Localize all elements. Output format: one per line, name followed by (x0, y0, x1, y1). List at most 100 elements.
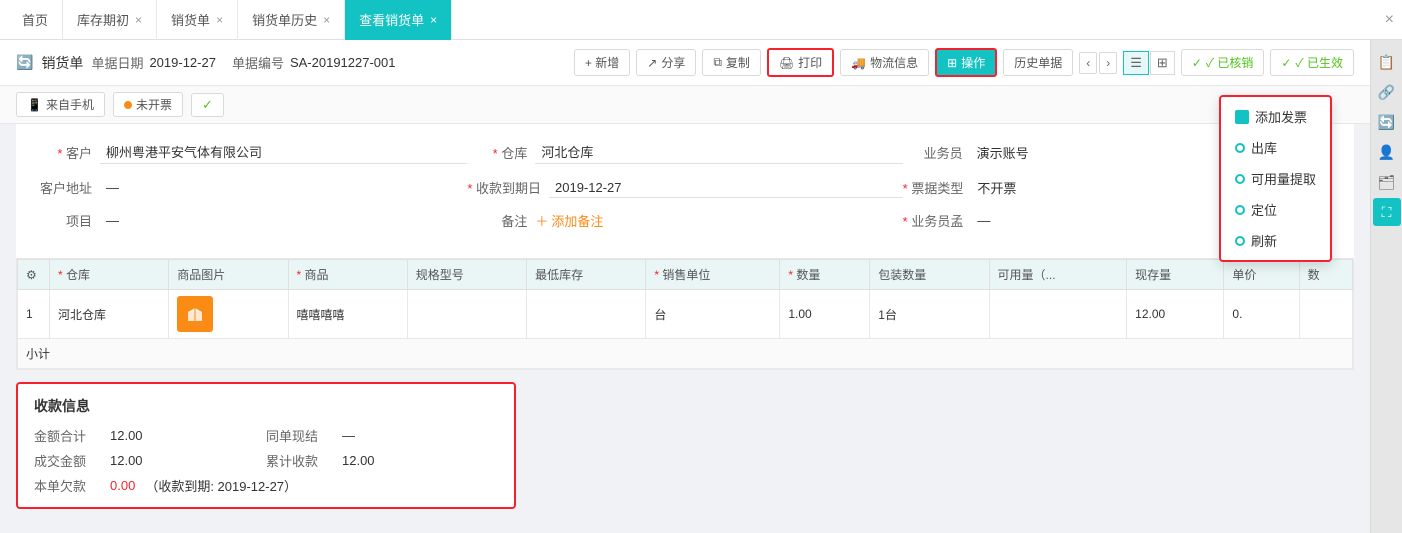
sidebar-icon-user[interactable]: 👤 (1373, 138, 1401, 166)
td-image (169, 290, 288, 339)
tab-close-view-sales[interactable]: × (430, 13, 437, 27)
sidebar-icon-link[interactable]: 🔗 (1373, 78, 1401, 106)
dropdown-available-extract[interactable]: 可用量提取 (1221, 163, 1330, 194)
sidebar-icon-doc[interactable]: 📋 (1373, 48, 1401, 76)
form-no-value: SA-20191227-001 (290, 55, 396, 70)
view-toggle: ☰ ⊞ (1123, 51, 1175, 75)
td-warehouse: 河北仓库 (50, 290, 169, 339)
th-pack-qty: 包装数量 (870, 260, 989, 290)
th-available: 可用量（... (989, 260, 1127, 290)
th-image: 商品图片 (169, 260, 288, 290)
share-button[interactable]: ↗ 分享 (636, 49, 696, 76)
confirm-check-icon: ✓ (202, 97, 213, 113)
confirm-button[interactable]: ✓ (191, 93, 224, 117)
product-box-icon (185, 304, 205, 324)
cumulative-payment-value: 12.00 (342, 453, 375, 468)
form-body: 客户 柳州粤港平安气体有限公司 仓库 河北仓库 业务员 演示账号 客户地址 (16, 124, 1354, 258)
data-table: ⚙ * 仓库 商品图片 * 商品 规格型号 最低库存 * 销售单位 * 数量 包… (17, 259, 1353, 369)
payment-date-value[interactable]: 2019-12-27 (549, 178, 903, 198)
cancelled-check-icon: ✓ (1192, 56, 1202, 70)
dropdown-outbound[interactable]: 出库 (1221, 132, 1330, 163)
tab-close-inventory[interactable]: × (135, 13, 142, 27)
address-value: — (100, 178, 467, 197)
project-field: 项目 — (32, 211, 467, 230)
product-image (177, 296, 213, 332)
form-meta: 单据日期 2019-12-27 单据编号 SA-20191227-001 (91, 53, 395, 72)
page-close-button[interactable]: × (1385, 11, 1394, 29)
effective-button[interactable]: ✓ ✓ 已生效 (1270, 49, 1354, 76)
same-order-value: — (342, 428, 355, 443)
logistics-button[interactable]: 🚚 物流信息 (840, 49, 929, 76)
tab-home[interactable]: 首页 (8, 0, 63, 40)
form-header: 🔄 销货单 单据日期 2019-12-27 单据编号 SA-20191227-0… (0, 40, 1370, 86)
action-row: 📱 来自手机 未开票 ✓ (0, 86, 1370, 124)
warehouse-value[interactable]: 河北仓库 (535, 140, 902, 164)
note-field: 备注 ＋ 添加备注 (467, 211, 902, 230)
tab-close-sales-history[interactable]: × (323, 13, 330, 27)
td-unit: 台 (646, 290, 780, 339)
tab-bar: 首页 库存期初 × 销货单 × 销货单历史 × 查看销货单 × × (0, 0, 1402, 40)
td-qty: 1.00 (780, 290, 870, 339)
th-settings[interactable]: ⚙ (18, 260, 50, 290)
not-open-button[interactable]: 未开票 (113, 92, 183, 117)
payment-date-field: 收款到期日 2019-12-27 (467, 178, 902, 198)
dropdown-locate[interactable]: 定位 (1221, 194, 1330, 225)
customer-field: 客户 柳州粤港平安气体有限公司 (32, 140, 467, 164)
tab-sales-history[interactable]: 销货单历史 × (238, 0, 345, 40)
copy-button[interactable]: ⧉ 复制 (702, 49, 761, 76)
form-row-1: 客户 柳州粤港平安气体有限公司 仓库 河北仓库 业务员 演示账号 (32, 140, 1338, 164)
sidebar-icon-expand[interactable]: ⛶ (1373, 198, 1401, 226)
nav-arrows: ‹ › (1079, 52, 1117, 74)
subtotal-label: 小计 (18, 339, 1353, 369)
add-note-button[interactable]: ＋ 添加备注 (535, 211, 603, 230)
sidebar-icon-archive[interactable]: 🗂 (1373, 168, 1401, 196)
grid-view-button[interactable]: ⊞ (1150, 51, 1175, 75)
locate-icon (1235, 205, 1245, 215)
due-date-hint: （收款到期: 2019-12-27） (145, 476, 297, 495)
available-extract-icon (1235, 174, 1245, 184)
summary-cumulative: 累计收款 12.00 (266, 451, 498, 470)
tab-view-sales[interactable]: 查看销货单 × (345, 0, 452, 40)
transaction-amount-value: 12.00 (110, 453, 143, 468)
list-view-button[interactable]: ☰ (1123, 51, 1149, 75)
next-button[interactable]: › (1099, 52, 1117, 74)
form-row-3: 项目 — 备注 ＋ 添加备注 业务员孟 — (32, 211, 1338, 230)
project-value: — (100, 211, 467, 230)
tab-close-sales[interactable]: × (216, 13, 223, 27)
from-mobile-button[interactable]: 📱 来自手机 (16, 92, 105, 117)
summary-grid: 金额合计 12.00 同单现结 — 成交金额 12.00 累计收款 12.00 (34, 426, 498, 495)
table-row: 1 河北仓库 (18, 290, 1353, 339)
tab-inventory[interactable]: 库存期初 × (63, 0, 157, 40)
th-price: 单价 (1224, 260, 1299, 290)
operations-button[interactable]: ⊞ 操作 (935, 48, 997, 77)
scrollable-area: 客户 柳州粤港平安气体有限公司 仓库 河北仓库 业务员 演示账号 客户地址 (0, 124, 1370, 533)
subtotal-row: 小计 (18, 339, 1353, 369)
td-available (989, 290, 1127, 339)
dropdown-add-invoice[interactable]: 添加发票 (1221, 101, 1330, 132)
td-product: 嘻嘻嘻嘻 (288, 290, 407, 339)
right-sidebar: 📋 🔗 🔄 👤 🗂 ⛶ (1370, 40, 1402, 533)
staff-label: 业务员 (903, 143, 963, 162)
print-button[interactable]: 🖨 打印 (767, 48, 834, 77)
tab-sales[interactable]: 销货单 × (157, 0, 238, 40)
dropdown-refresh-icon (1235, 236, 1245, 246)
payment-date-label: 收款到期日 (467, 178, 541, 197)
dropdown-refresh[interactable]: 刷新 (1221, 225, 1330, 256)
table-header-row: ⚙ * 仓库 商品图片 * 商品 规格型号 最低库存 * 销售单位 * 数量 包… (18, 260, 1353, 290)
new-button[interactable]: + 新增 (574, 49, 630, 76)
sidebar-icon-refresh[interactable]: 🔄 (1373, 108, 1401, 136)
history-button[interactable]: 历史单据 (1003, 49, 1073, 76)
page-container: 首页 库存期初 × 销货单 × 销货单历史 × 查看销货单 × × 🔄 销货单 (0, 0, 1402, 533)
project-label: 项目 (32, 211, 92, 230)
operations-dropdown: 添加发票 出库 可用量提取 定位 刷新 (1219, 95, 1332, 262)
td-pack-qty: 1台 (870, 290, 989, 339)
logistics-icon: 🚚 (851, 56, 866, 70)
form-date-value: 2019-12-27 (149, 55, 216, 70)
form-header-left: 🔄 销货单 单据日期 2019-12-27 单据编号 SA-20191227-0… (16, 53, 396, 73)
prev-button[interactable]: ‹ (1079, 52, 1097, 74)
cancelled-button[interactable]: ✓ ✓ 已核销 (1181, 49, 1265, 76)
warehouse-field: 仓库 河北仓库 (467, 140, 902, 164)
customer-label: 客户 (32, 143, 92, 162)
warehouse-label: 仓库 (467, 143, 527, 162)
customer-value[interactable]: 柳州粤港平安气体有限公司 (100, 140, 467, 164)
